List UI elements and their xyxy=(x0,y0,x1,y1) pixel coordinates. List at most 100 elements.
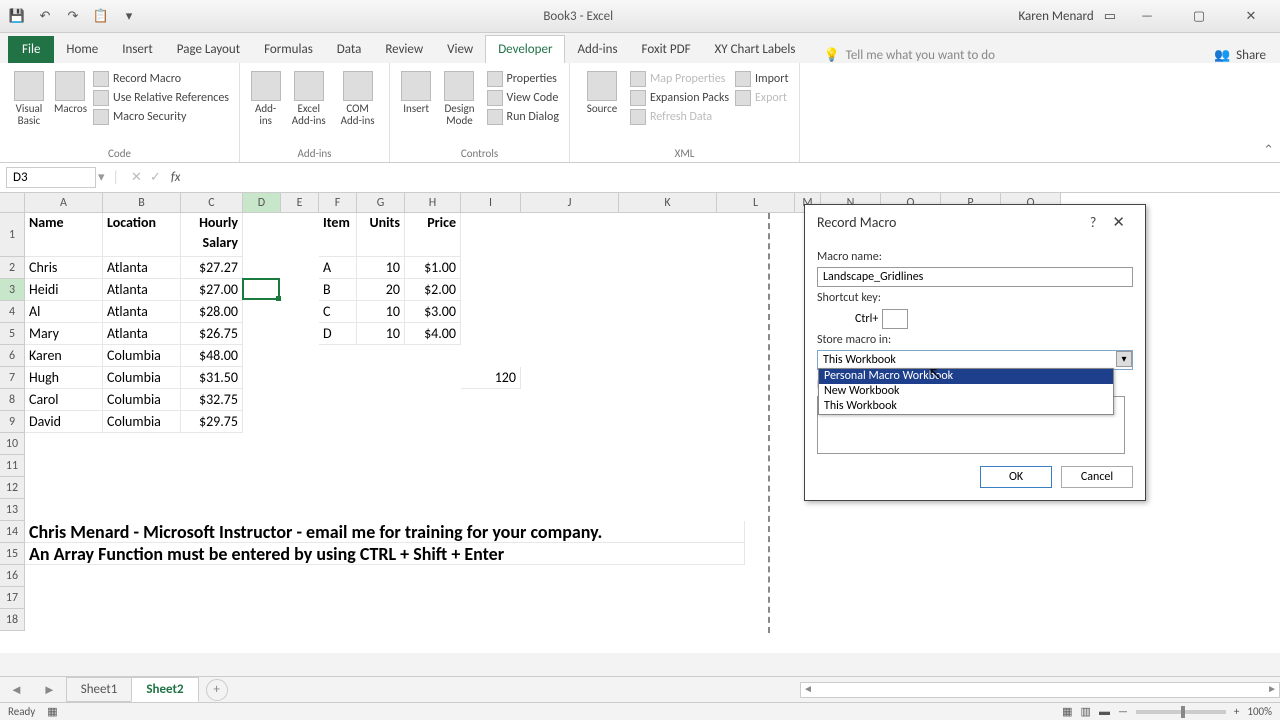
cell[interactable]: $2.00 xyxy=(405,279,461,301)
source-button[interactable]: Source xyxy=(580,67,624,115)
cell[interactable]: $32.75 xyxy=(181,389,243,411)
restore-button[interactable]: ▢ xyxy=(1178,9,1220,24)
shortcut-key-input[interactable] xyxy=(882,309,908,329)
cell[interactable]: 10 xyxy=(357,257,405,279)
tab-foxit[interactable]: Foxit PDF xyxy=(630,36,703,63)
tab-insert[interactable]: Insert xyxy=(110,36,165,63)
cell[interactable]: Units xyxy=(357,213,405,257)
row-header-11[interactable]: 11 xyxy=(0,455,25,477)
cell[interactable]: Mary xyxy=(25,323,103,345)
cell[interactable]: Location xyxy=(103,213,181,257)
share-button[interactable]: 👥Share xyxy=(1214,48,1266,63)
cell[interactable]: Atlanta xyxy=(103,279,181,301)
zoom-level[interactable]: 100% xyxy=(1247,705,1272,718)
com-addins-button[interactable]: COM Add-ins xyxy=(336,67,379,127)
cell[interactable]: Columbia xyxy=(103,345,181,367)
cell[interactable]: $26.75 xyxy=(181,323,243,345)
option-this-workbook[interactable]: This Workbook xyxy=(819,399,1113,414)
cell[interactable]: $1.00 xyxy=(405,257,461,279)
row-header-14[interactable]: 14 xyxy=(0,521,25,543)
col-header-F[interactable]: F xyxy=(319,193,357,213)
cell[interactable]: 20 xyxy=(357,279,405,301)
cell[interactable]: $4.00 xyxy=(405,323,461,345)
tab-file[interactable]: File xyxy=(8,36,54,63)
row-header-7[interactable]: 7 xyxy=(0,367,25,389)
cell[interactable]: Hugh xyxy=(25,367,103,389)
properties-button[interactable]: Properties xyxy=(487,71,559,87)
col-header-C[interactable]: C xyxy=(181,193,243,213)
view-code-button[interactable]: View Code xyxy=(487,90,559,106)
cell[interactable]: 10 xyxy=(357,323,405,345)
row-header-12[interactable]: 12 xyxy=(0,477,25,499)
macro-security-button[interactable]: Macro Security xyxy=(93,109,229,125)
cell[interactable]: Carol xyxy=(25,389,103,411)
tab-formulas[interactable]: Formulas xyxy=(252,36,325,63)
cell[interactable]: $29.75 xyxy=(181,411,243,433)
col-header-B[interactable]: B xyxy=(103,193,181,213)
combo-dropdown-icon[interactable]: ▾ xyxy=(1116,351,1132,367)
cell[interactable]: Karen xyxy=(25,345,103,367)
cell[interactable]: A xyxy=(319,257,357,279)
row-header-16[interactable]: 16 xyxy=(0,565,25,587)
zoom-slider[interactable] xyxy=(1136,710,1226,714)
macro-record-icon[interactable]: ▦ xyxy=(47,705,57,718)
option-personal-workbook[interactable]: Personal Macro Workbook xyxy=(819,369,1113,384)
close-button[interactable]: ✕ xyxy=(1230,9,1272,24)
cell[interactable]: Columbia xyxy=(103,389,181,411)
cell[interactable]: $27.00 xyxy=(181,279,243,301)
relative-refs-button[interactable]: Use Relative References xyxy=(93,90,229,106)
cell[interactable]: $28.00 xyxy=(181,301,243,323)
row-header-13[interactable]: 13 xyxy=(0,499,25,521)
ribbon-options-icon[interactable]: ▭ xyxy=(1104,9,1116,24)
col-header-A[interactable]: A xyxy=(25,193,103,213)
tab-page-layout[interactable]: Page Layout xyxy=(165,36,252,63)
tell-me[interactable]: 💡Tell me what you want to do xyxy=(823,48,995,63)
sheet-nav-prev-icon[interactable]: ◄ xyxy=(0,682,33,698)
view-page-break-icon[interactable]: ▬ xyxy=(1099,705,1110,718)
row-header-2[interactable]: 2 xyxy=(0,257,25,279)
cell[interactable]: Name xyxy=(25,213,103,257)
tab-view[interactable]: View xyxy=(435,36,485,63)
col-header-I[interactable]: I xyxy=(461,193,521,213)
col-header-L[interactable]: L xyxy=(717,193,795,213)
row-header-10[interactable]: 10 xyxy=(0,433,25,455)
sheet-nav-next-icon[interactable]: ► xyxy=(33,682,66,698)
cell[interactable]: 10 xyxy=(357,301,405,323)
dialog-close-button[interactable]: ✕ xyxy=(1104,213,1133,232)
row-header-4[interactable]: 4 xyxy=(0,301,25,323)
tab-xy-chart[interactable]: XY Chart Labels xyxy=(703,36,808,63)
name-box-dropdown-icon[interactable]: ▾ xyxy=(98,170,105,185)
col-header-D[interactable]: D xyxy=(243,193,281,213)
cell[interactable]: David xyxy=(25,411,103,433)
col-header-E[interactable]: E xyxy=(281,193,319,213)
undo-qat-icon[interactable]: ↶ xyxy=(36,7,54,25)
tab-developer[interactable]: Developer xyxy=(485,35,565,63)
row-header-1[interactable]: 1 xyxy=(0,213,25,257)
visual-basic-button[interactable]: Visual Basic xyxy=(10,67,48,127)
cancel-formula-icon[interactable]: ✕ xyxy=(131,170,142,185)
design-mode-button[interactable]: Design Mode xyxy=(438,67,480,127)
cell[interactable]: D xyxy=(319,323,357,345)
fx-icon[interactable]: fx xyxy=(171,170,181,185)
expansion-packs-button[interactable]: Expansion Packs xyxy=(630,90,729,106)
insert-control-button[interactable]: Insert xyxy=(400,67,432,115)
cell[interactable]: 120 xyxy=(461,367,521,389)
option-new-workbook[interactable]: New Workbook xyxy=(819,384,1113,399)
tab-data[interactable]: Data xyxy=(325,36,374,63)
row-header-6[interactable]: 6 xyxy=(0,345,25,367)
save-qat-icon[interactable]: 💾 xyxy=(8,7,26,25)
cell[interactable]: Columbia xyxy=(103,411,181,433)
ok-button[interactable]: OK xyxy=(980,466,1052,488)
cell[interactable]: Atlanta xyxy=(103,257,181,279)
cell[interactable]: Item xyxy=(319,213,357,257)
import-button[interactable]: Import xyxy=(735,71,788,87)
col-header-H[interactable]: H xyxy=(405,193,461,213)
col-header-J[interactable]: J xyxy=(521,193,619,213)
row-header-18[interactable]: 18 xyxy=(0,609,25,631)
view-normal-icon[interactable]: ▦ xyxy=(1062,705,1072,718)
tab-review[interactable]: Review xyxy=(373,36,435,63)
cell[interactable]: $27.27 xyxy=(181,257,243,279)
sheet-tab-sheet2[interactable]: Sheet2 xyxy=(131,677,198,702)
cell[interactable]: Atlanta xyxy=(103,323,181,345)
qat-customize-icon[interactable]: ▾ xyxy=(120,7,138,25)
